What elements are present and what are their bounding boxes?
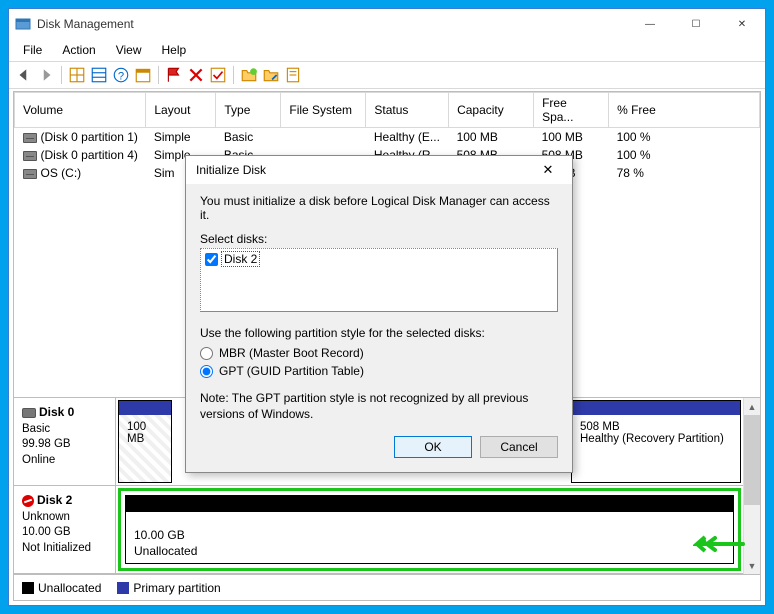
menu-view[interactable]: View xyxy=(108,41,150,59)
col-free[interactable]: Free Spa... xyxy=(534,93,609,128)
col-filesystem[interactable]: File System xyxy=(281,93,366,128)
disk-management-window: Disk Management — ☐ ✕ File Action View H… xyxy=(8,8,766,606)
dialog-message: You must initialize a disk before Logica… xyxy=(200,194,558,222)
scrollbar[interactable]: ▲ ▼ xyxy=(743,398,760,574)
table-row[interactable]: (Disk 0 partition 1) Simple Basic Health… xyxy=(15,128,760,147)
disk2-checkbox[interactable] xyxy=(205,253,218,266)
legend-swatch-primary xyxy=(117,582,129,594)
window-title: Disk Management xyxy=(37,17,134,31)
flag-icon[interactable] xyxy=(165,66,183,84)
app-icon xyxy=(15,16,31,32)
menu-help[interactable]: Help xyxy=(154,41,195,59)
error-icon xyxy=(22,495,34,507)
forward-icon[interactable] xyxy=(37,66,55,84)
grid-icon[interactable] xyxy=(68,66,86,84)
back-icon[interactable] xyxy=(15,66,33,84)
svg-text:?: ? xyxy=(118,71,124,83)
menu-action[interactable]: Action xyxy=(54,41,103,59)
col-layout[interactable]: Layout xyxy=(146,93,216,128)
calendar-icon[interactable] xyxy=(134,66,152,84)
volume-icon xyxy=(23,133,37,143)
arrow-icon xyxy=(693,535,745,553)
col-status[interactable]: Status xyxy=(366,93,449,128)
mbr-option[interactable]: MBR (Master Boot Record) xyxy=(200,346,558,360)
ok-button[interactable]: OK xyxy=(394,436,472,458)
partition-style-label: Use the following partition style for th… xyxy=(200,326,558,340)
col-pctfree[interactable]: % Free xyxy=(609,93,760,128)
properties-icon[interactable] xyxy=(284,66,302,84)
toolbar: ? xyxy=(9,61,765,89)
mbr-radio[interactable] xyxy=(200,347,213,360)
partition-box[interactable]: 508 MB Healthy (Recovery Partition) xyxy=(571,400,741,483)
maximize-button[interactable]: ☐ xyxy=(673,9,719,39)
disk2-item[interactable]: Disk 2 xyxy=(222,252,259,266)
legend-swatch-unallocated xyxy=(22,582,34,594)
menubar: File Action View Help xyxy=(9,39,765,61)
check-icon[interactable] xyxy=(209,66,227,84)
disk-row-disk2[interactable]: Disk 2 Unknown 10.00 GB Not Initialized … xyxy=(14,486,743,574)
close-button[interactable]: ✕ xyxy=(719,9,765,39)
disk-icon xyxy=(22,408,36,418)
col-type[interactable]: Type xyxy=(216,93,281,128)
gpt-radio[interactable] xyxy=(200,365,213,378)
gpt-option[interactable]: GPT (GUID Partition Table) xyxy=(200,364,558,378)
initialize-disk-dialog: Initialize Disk ✕ You must initialize a … xyxy=(185,155,573,473)
disk2-info: Disk 2 Unknown 10.00 GB Not Initialized xyxy=(14,486,116,573)
col-capacity[interactable]: Capacity xyxy=(449,93,534,128)
volume-icon xyxy=(23,169,37,179)
col-volume[interactable]: Volume xyxy=(15,93,146,128)
dialog-close-button[interactable]: ✕ xyxy=(534,156,562,184)
select-disks-label: Select disks: xyxy=(200,232,558,246)
partition-box[interactable]: 100 MB xyxy=(118,400,172,483)
dialog-title: Initialize Disk xyxy=(196,163,266,177)
highlight-box: 10.00 GB Unallocated xyxy=(118,488,741,571)
scroll-thumb[interactable] xyxy=(744,415,760,505)
new-folder-icon[interactable] xyxy=(240,66,258,84)
unallocated-region[interactable]: 10.00 GB Unallocated xyxy=(125,495,734,564)
list-icon[interactable] xyxy=(90,66,108,84)
disk-list[interactable]: Disk 2 xyxy=(200,248,558,312)
minimize-button[interactable]: — xyxy=(627,9,673,39)
disk0-info: Disk 0 Basic 99.98 GB Online xyxy=(14,398,116,485)
dialog-note: Note: The GPT partition style is not rec… xyxy=(200,390,558,422)
delete-icon[interactable] xyxy=(187,66,205,84)
scroll-up-icon[interactable]: ▲ xyxy=(744,398,760,415)
edit-folder-icon[interactable] xyxy=(262,66,280,84)
titlebar: Disk Management — ☐ ✕ xyxy=(9,9,765,39)
cancel-button[interactable]: Cancel xyxy=(480,436,558,458)
menu-file[interactable]: File xyxy=(15,41,50,59)
legend: Unallocated Primary partition xyxy=(14,574,760,600)
scroll-down-icon[interactable]: ▼ xyxy=(744,557,760,574)
volume-icon xyxy=(23,151,37,161)
help-icon[interactable]: ? xyxy=(112,66,130,84)
